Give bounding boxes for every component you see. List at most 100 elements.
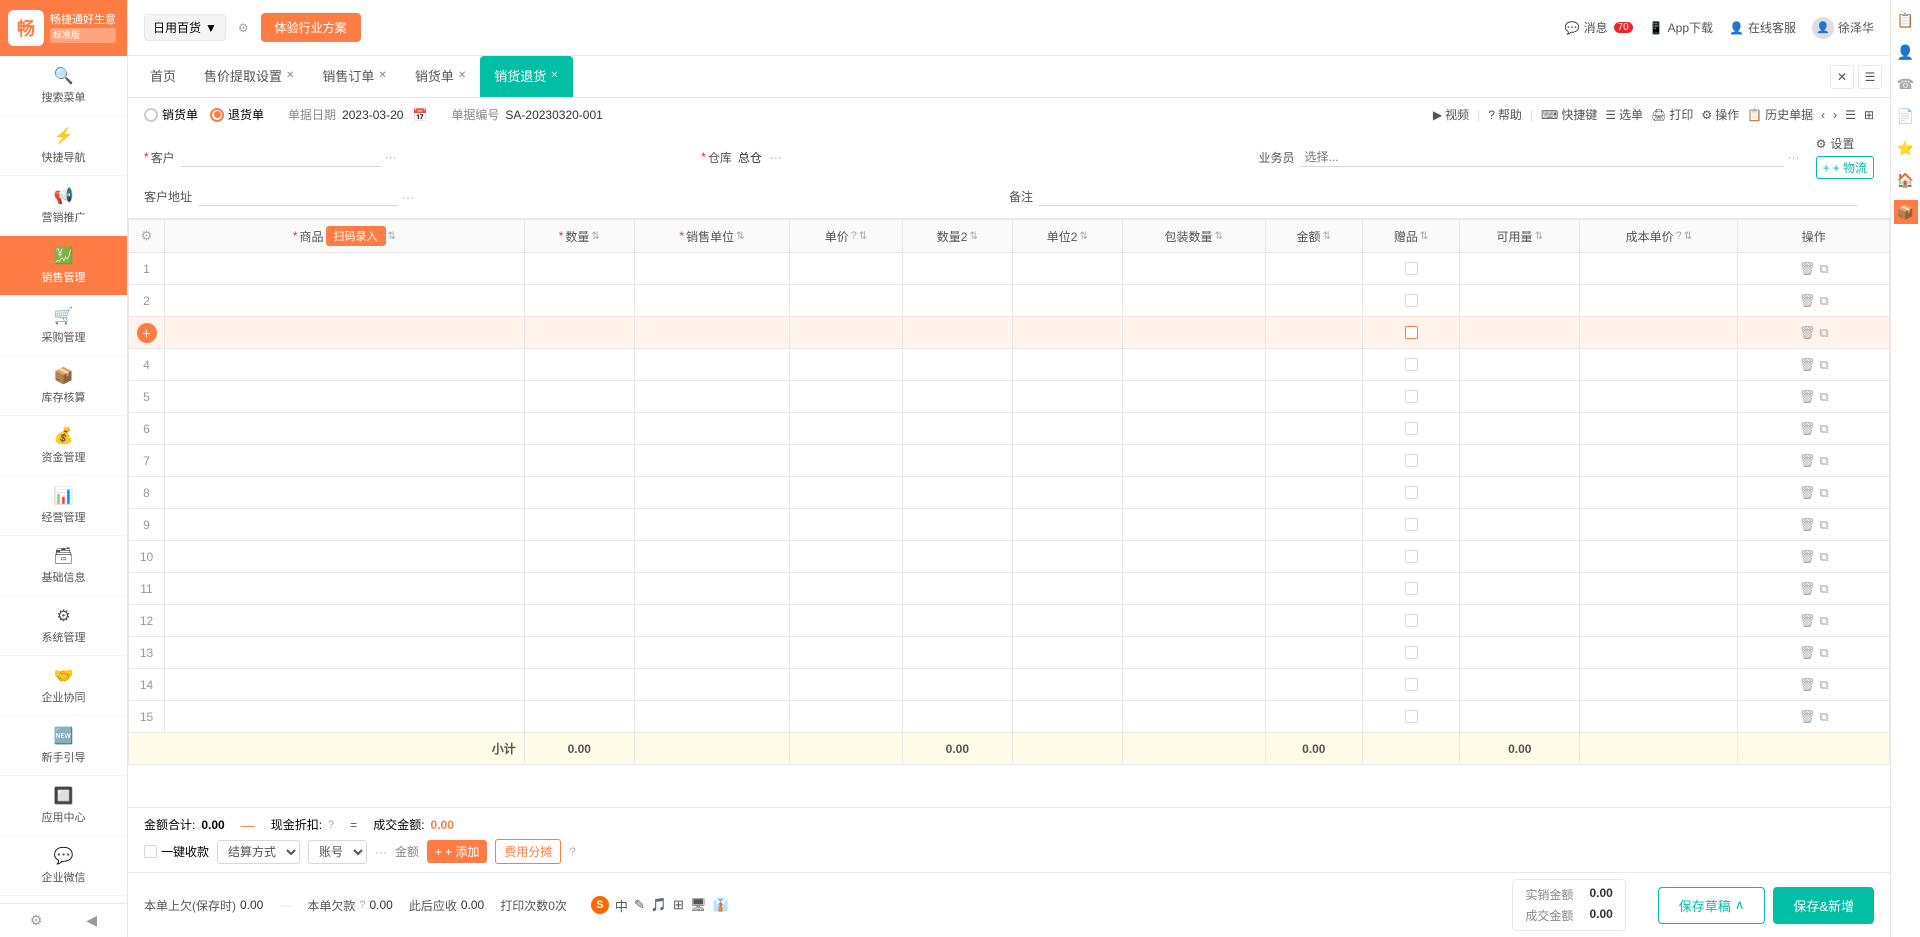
- gift-checkbox[interactable]: [1405, 294, 1418, 307]
- cost-price-help-icon[interactable]: ?: [1676, 230, 1682, 242]
- sidebar-item-shortcut[interactable]: ⚡ 快捷导航: [0, 116, 127, 176]
- gift-checkbox[interactable]: [1405, 678, 1418, 691]
- col-costprice-sort[interactable]: ⇅: [1684, 231, 1692, 242]
- copy-icon[interactable]: ⧉: [1819, 389, 1828, 405]
- radio-return[interactable]: 退货单: [210, 106, 264, 123]
- tab-sales-order[interactable]: 销售订单 ✕: [308, 56, 400, 97]
- settings-row[interactable]: ⚙ 设置: [1816, 135, 1874, 152]
- delete-row-icon[interactable]: 🗑: [1799, 261, 1816, 277]
- delete-icon[interactable]: 🗑: [1799, 645, 1816, 661]
- scan-barcode-button[interactable]: 扫码录入: [326, 226, 386, 246]
- delete-icon[interactable]: 🗑: [1799, 389, 1816, 405]
- tab-menu-button[interactable]: ☰: [1858, 65, 1882, 89]
- right-icon-user[interactable]: 👤: [1894, 40, 1918, 64]
- address-input[interactable]: [198, 187, 398, 206]
- col-unit2-sort[interactable]: ⇅: [1079, 231, 1087, 242]
- delete-icon[interactable]: 🗑: [1799, 517, 1816, 533]
- copy-row-icon[interactable]: ⧉: [1819, 325, 1828, 341]
- product-cell-active[interactable]: [165, 317, 525, 349]
- messages-button[interactable]: 💬 消息 70: [1565, 19, 1633, 36]
- col-gear-icon[interactable]: ⚙: [141, 228, 153, 243]
- add-logistics-button[interactable]: + + 物流: [1816, 156, 1874, 179]
- gift-checkbox[interactable]: [1405, 710, 1418, 723]
- gift-checkbox[interactable]: [1405, 518, 1418, 531]
- col-price-sort[interactable]: ⇅: [859, 231, 867, 242]
- gift-checkbox[interactable]: [1405, 390, 1418, 403]
- tab-sales-return[interactable]: 销货退货 ✕: [480, 56, 572, 97]
- sidebar-item-sales[interactable]: 💹 销售管理: [0, 236, 127, 296]
- copy-icon[interactable]: ⧉: [1819, 517, 1828, 533]
- taskbar-icon3[interactable]: 🎵: [651, 897, 667, 913]
- gift-checkbox[interactable]: [1405, 582, 1418, 595]
- tab-sales-order-close-icon[interactable]: ✕: [378, 70, 386, 81]
- sidebar-item-basic[interactable]: 🗃 基础信息: [0, 536, 127, 596]
- delete-row-icon[interactable]: 🗑: [1799, 325, 1816, 341]
- settings-footer-icon[interactable]: ⚙: [30, 912, 43, 929]
- tab-price-setting[interactable]: 售价提取设置 ✕: [190, 56, 308, 97]
- copy-icon[interactable]: ⧉: [1819, 485, 1828, 501]
- add-row-button[interactable]: +: [137, 323, 157, 343]
- right-icon-notes[interactable]: 📋: [1894, 8, 1918, 32]
- col-amount-sort[interactable]: ⇅: [1323, 231, 1331, 242]
- customer-select-icon[interactable]: ···: [385, 150, 397, 164]
- taskbar-icon2[interactable]: ✎: [634, 897, 645, 913]
- taskbar-icon4[interactable]: ⊞: [673, 897, 684, 913]
- gift-checkbox[interactable]: [1405, 550, 1418, 563]
- copy-icon[interactable]: ⧉: [1819, 645, 1828, 661]
- product-cell[interactable]: [165, 285, 525, 317]
- sidebar-item-finance[interactable]: 💰 资金管理: [0, 416, 127, 476]
- delete-icon[interactable]: 🗑: [1799, 453, 1816, 469]
- radio-sales[interactable]: 销货单: [144, 106, 198, 123]
- col-qty2-sort[interactable]: ⇅: [969, 231, 977, 242]
- sidebar-item-apps[interactable]: 🔲 应用中心: [0, 776, 127, 836]
- one-click-payment-checkbox[interactable]: 一键收款: [144, 843, 209, 860]
- one-click-checkbox[interactable]: [144, 845, 157, 858]
- gift-checkbox[interactable]: [1405, 262, 1418, 275]
- taskbar-icon1[interactable]: 中: [615, 896, 628, 915]
- right-icon-doc[interactable]: 📄: [1894, 104, 1918, 128]
- copy-icon[interactable]: ⧉: [1819, 581, 1828, 597]
- current-overdue-help[interactable]: ?: [359, 899, 365, 911]
- taskbar-icon6[interactable]: 👔: [712, 897, 728, 913]
- action-next[interactable]: ›: [1833, 108, 1837, 122]
- tab-return-close-icon[interactable]: ✕: [550, 70, 558, 81]
- action-view-grid[interactable]: ⊞: [1864, 108, 1874, 122]
- right-icon-package[interactable]: 📦: [1894, 200, 1918, 224]
- copy-row-icon[interactable]: ⧉: [1819, 293, 1828, 309]
- delete-icon[interactable]: 🗑: [1799, 549, 1816, 565]
- collapse-icon[interactable]: ◀: [86, 912, 97, 929]
- sidebar-item-inventory[interactable]: 📦 库存核算: [0, 356, 127, 416]
- taskbar-icon5[interactable]: 🖥: [690, 897, 707, 913]
- action-prev[interactable]: ‹: [1821, 108, 1825, 122]
- gift-checkbox[interactable]: [1405, 358, 1418, 371]
- copy-icon[interactable]: ⧉: [1819, 421, 1828, 437]
- product-cell[interactable]: [165, 253, 525, 285]
- action-print[interactable]: 🖨 打印: [1651, 106, 1693, 123]
- gift-checkbox[interactable]: [1405, 614, 1418, 627]
- sidebar-item-search[interactable]: 🔍 搜索菜单: [0, 56, 127, 116]
- breadcrumb-select[interactable]: 日用百货 ▼: [144, 14, 226, 41]
- payment-account-select[interactable]: 账号: [308, 840, 367, 864]
- remark-input[interactable]: [1039, 187, 1858, 206]
- tab-close-all-button[interactable]: ✕: [1830, 65, 1854, 89]
- unit-price-help-icon[interactable]: ?: [851, 230, 857, 242]
- sidebar-item-system[interactable]: ⚙ 系统管理: [0, 596, 127, 656]
- gift-checkbox-active[interactable]: [1405, 326, 1418, 339]
- right-icon-phone[interactable]: ☎: [1894, 72, 1918, 96]
- copy-icon[interactable]: ⧉: [1819, 677, 1828, 693]
- sidebar-item-operation[interactable]: 📊 经营管理: [0, 476, 127, 536]
- salesperson-select-icon[interactable]: ···: [1788, 150, 1800, 164]
- sidebar-item-wechat[interactable]: 💬 企业微信: [0, 836, 127, 896]
- delete-icon[interactable]: 🗑: [1799, 357, 1816, 373]
- action-help[interactable]: ? 帮助: [1488, 106, 1522, 123]
- gift-checkbox[interactable]: [1405, 454, 1418, 467]
- warehouse-select-icon[interactable]: ···: [770, 150, 782, 164]
- tab-home[interactable]: 首页: [136, 56, 190, 97]
- settings-gear-icon[interactable]: ⚙: [238, 21, 249, 35]
- gift-checkbox[interactable]: [1405, 422, 1418, 435]
- product-input-active[interactable]: [165, 321, 524, 344]
- col-qty-sort[interactable]: ⇅: [591, 231, 599, 242]
- sidebar-item-member[interactable]: V 畅会员: [0, 896, 127, 903]
- tab-sales-delivery[interactable]: 销货单 ✕: [401, 56, 480, 97]
- sidebar-item-guide[interactable]: 🆕 新手引导: [0, 716, 127, 776]
